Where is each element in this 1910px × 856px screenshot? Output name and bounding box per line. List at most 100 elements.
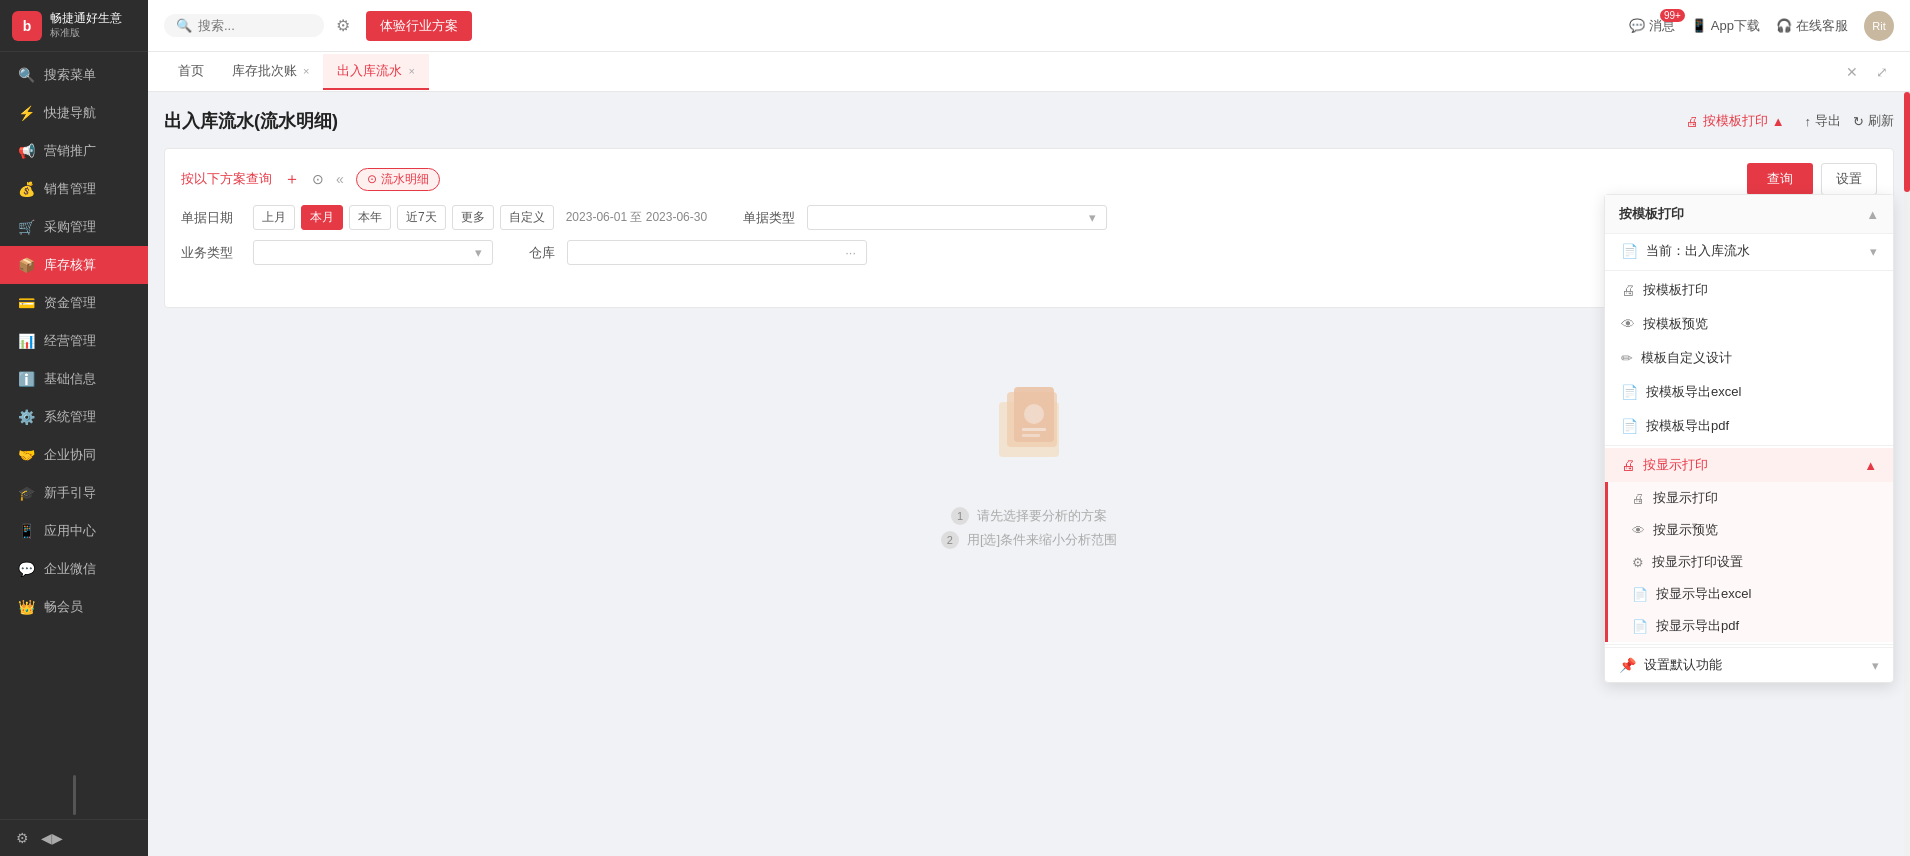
export-button[interactable]: ↑ 导出 [1805,112,1842,130]
sidebar-item-inventory[interactable]: 📦 库存核算 [0,246,148,284]
doc-type-select[interactable]: ▾ [807,205,1107,230]
sidebar-item-system[interactable]: ⚙️ 系统管理 [0,398,148,436]
sidebar-item-enterprise[interactable]: 🤝 企业协同 [0,436,148,474]
app-download-button[interactable]: 📱 App下载 [1691,17,1760,35]
query-settings-group: 查询 设置 [1747,163,1877,195]
dropdown-template-custom-item[interactable]: ✏ 模板自定义设计 [1605,341,1893,375]
gear-icon[interactable]: ⚙ [336,16,350,35]
tab-batch-account[interactable]: 库存批次账 × [218,54,323,90]
date-last-month-btn[interactable]: 上月 [253,205,295,230]
dropdown-template-print-item[interactable]: 🖨 按模板打印 [1605,273,1893,307]
refresh-button[interactable]: ↻ 刷新 [1853,112,1894,130]
date-this-year-btn[interactable]: 本年 [349,205,391,230]
sidebar-item-finance[interactable]: 💳 资金管理 [0,284,148,322]
date-label: 单据日期 [181,209,241,227]
dropdown-display-print-item[interactable]: 🖨 按显示打印 [1608,482,1893,514]
sidebar-item-label: 基础信息 [44,370,96,388]
sidebar-item-guide[interactable]: 🎓 新手引导 [0,474,148,512]
item-label: 按显示打印 [1653,489,1718,507]
sidebar-item-basic-info[interactable]: ℹ️ 基础信息 [0,360,148,398]
page-header: 出入库流水(流水明细) 🖨 按模板打印 ▲ ↑ 导出 ↻ 刷新 [164,108,1894,134]
sidebar-item-operations[interactable]: 📊 经营管理 [0,322,148,360]
dropdown-set-default-item[interactable]: 📌 设置默认功能 [1619,656,1722,674]
purchase-icon: 🛒 [16,219,36,235]
date-this-month-btn[interactable]: 本月 [301,205,343,230]
chevron-down-icon: ▾ [475,245,482,260]
logo-icon: b [12,11,42,41]
svg-rect-5 [1022,434,1040,437]
maximize-window-button[interactable]: ⤢ [1870,60,1894,84]
dropdown-header: 按模板打印 ▲ [1605,195,1893,234]
template-print-button[interactable]: 🖨 按模板打印 ▲ [1678,108,1793,134]
user-avatar[interactable]: Rit [1864,11,1894,41]
scrollbar[interactable] [1904,92,1910,856]
dropdown-current-item[interactable]: 📄 当前：出入库流水 ▾ [1605,234,1893,268]
dropdown-template-export-excel-item[interactable]: 📄 按模板导出excel [1605,375,1893,409]
dropdown-display-preview-item[interactable]: 👁 按显示预览 [1608,514,1893,546]
sidebar-item-label: 畅会员 [44,598,83,616]
tab-in-out-flow[interactable]: 出入库流水 × [323,54,428,90]
tab-bar: 首页 库存批次账 × 出入库流水 × ✕ ⤢ [148,52,1910,92]
sales-icon: 💰 [16,181,36,197]
flow-detail-filter-tag[interactable]: ⊙ 流水明细 [356,168,440,191]
date-range-display: 2023-06-01 至 2023-06-30 [566,209,707,226]
tag-label: 流水明细 [381,171,429,188]
search-input[interactable] [198,18,298,33]
dropdown-template-export-pdf-item[interactable]: 📄 按模板导出pdf [1605,409,1893,443]
trial-button[interactable]: 体验行业方案 [366,11,472,41]
item-label: 按显示预览 [1653,521,1718,539]
sidebar-item-vip[interactable]: 👑 畅会员 [0,588,148,626]
sidebar-item-search[interactable]: 🔍 搜索菜单 [0,56,148,94]
message-badge: 99+ [1660,9,1685,22]
header-search-box[interactable]: 🔍 [164,14,324,37]
sidebar-item-sales[interactable]: 💰 销售管理 [0,170,148,208]
dropdown-display-print-settings-item[interactable]: ⚙ 按显示打印设置 [1608,546,1893,578]
marketing-icon: 📢 [16,143,36,159]
sidebar-item-purchase[interactable]: 🛒 采购管理 [0,208,148,246]
dropdown-display-export-pdf-item[interactable]: 📄 按显示导出pdf [1608,610,1893,642]
settings-footer-button[interactable]: ⚙ [16,830,29,846]
sidebar-item-app-center[interactable]: 📱 应用中心 [0,512,148,550]
collapse-sidebar-button[interactable]: ◀▶ [41,830,63,846]
app-logo: b 畅捷通好生意 标准版 [0,0,148,52]
collapse-filter-icon[interactable]: « [336,171,344,187]
tab-home[interactable]: 首页 [164,54,218,90]
message-icon: 💬 [1629,18,1645,33]
business-type-select[interactable]: ▾ [253,240,493,265]
sidebar-item-label: 资金管理 [44,294,96,312]
sidebar-footer: ⚙ ◀▶ [0,819,148,856]
chevron-up-icon: ▲ [1864,458,1877,473]
filter-settings-icon[interactable]: ⊙ [312,171,324,187]
item-label: 按模板导出excel [1646,383,1741,401]
preview-icon: 👁 [1632,523,1645,538]
item-label: 按显示打印设置 [1652,553,1743,571]
dropdown-display-export-excel-item[interactable]: 📄 按显示导出excel [1608,578,1893,610]
date-custom-btn[interactable]: 自定义 [500,205,554,230]
online-service-button[interactable]: 🎧 在线客服 [1776,17,1848,35]
excel-icon: 📄 [1621,384,1638,400]
settings-button[interactable]: 设置 [1821,163,1877,195]
app-download-icon: 📱 [1691,18,1707,33]
sidebar-item-marketing[interactable]: 📢 营销推广 [0,132,148,170]
dropdown-template-preview-item[interactable]: 👁 按模板预览 [1605,307,1893,341]
add-filter-button[interactable]: ＋ [284,169,300,190]
sidebar-item-quick-nav[interactable]: ⚡ 快捷导航 [0,94,148,132]
header-actions: 💬 消息 99+ 📱 App下载 🎧 在线客服 Rit [1629,11,1894,41]
sidebar-item-wechat[interactable]: 💬 企业微信 [0,550,148,588]
tab-close-in-out-flow[interactable]: × [408,65,414,77]
quick-nav-icon: ⚡ [16,105,36,121]
chevron-down-icon: ▾ [1089,210,1096,225]
dropdown-collapse-icon[interactable]: ▲ [1866,207,1879,222]
close-window-button[interactable]: ✕ [1840,60,1864,84]
date-more-btn[interactable]: 更多 [452,205,494,230]
query-button[interactable]: 查询 [1747,163,1813,195]
date-filter-group: 上月 本月 本年 近7天 更多 自定义 [253,205,554,230]
warehouse-select[interactable]: ··· [567,240,867,265]
sidebar-item-label: 企业协同 [44,446,96,464]
sidebar-item-label: 企业微信 [44,560,96,578]
date-last-7-days-btn[interactable]: 近7天 [397,205,446,230]
dropdown-display-print-group[interactable]: 🖨 按显示打印 ▲ [1605,448,1893,482]
tab-close-batch-account[interactable]: × [303,65,309,77]
dropdown-footer-arrow[interactable]: ▾ [1872,658,1879,673]
message-button[interactable]: 💬 消息 99+ [1629,17,1675,35]
